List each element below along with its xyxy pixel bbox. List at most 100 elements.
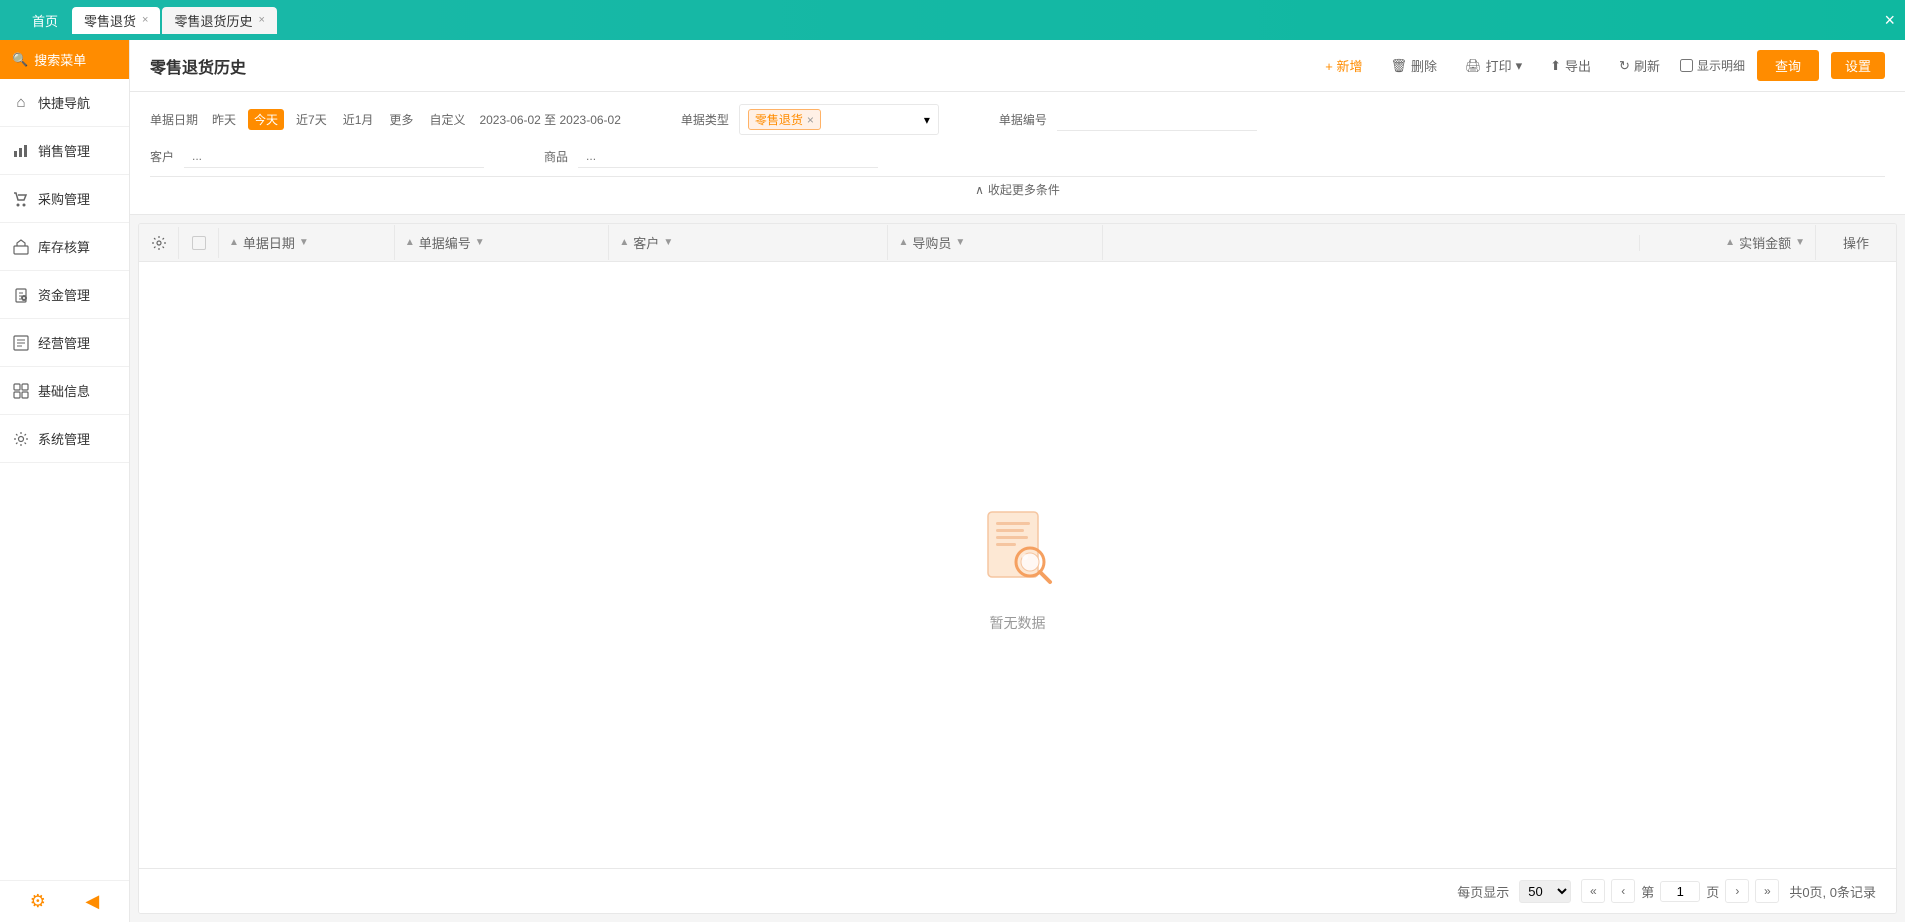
sort-icon-date-down: ▼ <box>299 237 309 248</box>
sidebar-item-finance[interactable]: 资金管理 <box>0 271 129 319</box>
finance-icon <box>12 286 30 304</box>
th-customer[interactable]: ▲ 客户 ▼ <box>609 225 888 260</box>
date-opt-more[interactable]: 更多 <box>385 109 417 130</box>
sort-icon-amount-up: ▲ <box>1725 237 1735 248</box>
display-detail-checkbox[interactable] <box>1680 59 1693 72</box>
per-page-label: 每页显示 <box>1457 882 1509 901</box>
print-button[interactable]: 🖨 打印 ▾ <box>1457 52 1530 79</box>
print-label: 打印 <box>1486 56 1512 75</box>
window-close-btn[interactable]: × <box>1884 10 1895 31</box>
select-all-checkbox[interactable] <box>192 236 206 250</box>
sidebar-item-operation[interactable]: 经营管理 <box>0 319 129 367</box>
delete-button[interactable]: 🗑 删除 <box>1383 52 1446 79</box>
goods-input[interactable] <box>578 145 878 168</box>
sidebar: 🔍 搜索菜单 ⌂ 快捷导航 销售管理 采购管理 库存核算 <box>0 40 130 922</box>
sidebar-item-sales-mgmt[interactable]: 销售管理 <box>0 127 129 175</box>
operation-icon <box>12 334 30 352</box>
date-range-display: 2023-06-02 至 2023-06-02 <box>479 111 620 128</box>
date-opt-yesterday[interactable]: 昨天 <box>208 109 240 130</box>
refresh-label: 刷新 <box>1634 56 1660 75</box>
pagination: 每页显示 50 100 200 « ‹ 第 页 › » 共0页, 0条记录 <box>139 868 1896 913</box>
refresh-icon: ↻ <box>1619 58 1630 74</box>
th-date-label: 单据日期 <box>243 233 295 252</box>
sidebar-search[interactable]: 🔍 搜索菜单 <box>0 40 129 79</box>
export-label: 导出 <box>1565 56 1591 75</box>
date-opt-custom[interactable]: 自定义 <box>425 109 469 130</box>
delete-label: 删除 <box>1411 56 1437 75</box>
display-detail-toggle[interactable]: 显示明细 <box>1680 57 1745 74</box>
header-actions: + 新增 🗑 删除 🖨 打印 ▾ ⬆ 导出 ↻ 刷新 <box>1317 50 1885 81</box>
collapse-sidebar-icon[interactable]: ◀ <box>85 891 99 912</box>
page-next-btn[interactable]: › <box>1725 879 1749 903</box>
th-customer-label: 客户 <box>633 233 659 252</box>
customer-input[interactable] <box>184 145 484 168</box>
customer-filter: 客户 <box>150 145 484 168</box>
collapse-btn[interactable]: ∧ 收起更多条件 <box>150 176 1885 202</box>
tab-retail-return-history-close[interactable]: × <box>258 14 264 26</box>
tab-retail-return[interactable]: 零售退货 × <box>72 7 160 34</box>
add-button[interactable]: + 新增 <box>1317 52 1370 79</box>
page-label: 第 <box>1641 882 1654 901</box>
type-select[interactable]: 零售退货 × ▾ <box>739 104 939 135</box>
settings-gear-icon <box>151 235 167 251</box>
date-opt-today[interactable]: 今天 <box>248 109 284 130</box>
page-prev-btn[interactable]: ‹ <box>1611 879 1635 903</box>
basic-info-icon <box>12 382 30 400</box>
content-area: 零售退货历史 + 新增 🗑 删除 🖨 打印 ▾ ⬆ 导出 ↻ <box>130 40 1905 922</box>
th-no-label: 单据编号 <box>419 233 471 252</box>
sort-icon-amount-down: ▼ <box>1795 237 1805 248</box>
export-button[interactable]: ⬆ 导出 <box>1542 52 1599 79</box>
print-dropdown-icon: ▾ <box>1516 58 1523 74</box>
date-opt-7days[interactable]: 近7天 <box>292 109 331 130</box>
page-nav: « ‹ 第 页 › » <box>1581 879 1779 903</box>
delete-icon: 🗑 <box>1391 58 1408 74</box>
th-amount[interactable]: ▲ 实销金额 ▼ <box>1640 225 1816 260</box>
no-label: 单据编号 <box>999 111 1047 128</box>
th-checkbox[interactable] <box>179 228 219 258</box>
query-button[interactable]: 查询 <box>1757 50 1819 81</box>
system-icon <box>12 430 30 448</box>
sidebar-sales-label: 销售管理 <box>38 141 90 160</box>
date-label: 单据日期 <box>150 111 198 128</box>
tab-home[interactable]: 首页 <box>20 7 70 34</box>
date-filter: 单据日期 昨天 今天 近7天 近1月 更多 自定义 2023-06-02 至 2… <box>150 109 621 130</box>
no-input[interactable] <box>1057 108 1257 131</box>
sidebar-item-system[interactable]: 系统管理 <box>0 415 129 463</box>
sidebar-item-basic-info[interactable]: 基础信息 <box>0 367 129 415</box>
sidebar-system-label: 系统管理 <box>38 429 90 448</box>
page-last-btn[interactable]: » <box>1755 879 1779 903</box>
tab-retail-return-history[interactable]: 零售退货历史 × <box>162 7 276 34</box>
table-area: ▲ 单据日期 ▼ ▲ 单据编号 ▼ ▲ 客户 ▼ ▲ 导购员 ▼ <box>138 223 1897 914</box>
page-suffix: 页 <box>1706 882 1719 901</box>
page-input[interactable] <box>1660 881 1700 902</box>
date-opt-1month[interactable]: 近1月 <box>339 109 378 130</box>
per-page-select[interactable]: 50 100 200 <box>1519 880 1571 903</box>
settings-bottom-icon[interactable]: ⚙ <box>30 891 46 912</box>
page-header: 零售退货历史 + 新增 🗑 删除 🖨 打印 ▾ ⬆ 导出 ↻ <box>130 40 1905 92</box>
sidebar-bottom: ⚙ ◀ <box>0 880 129 922</box>
filter-bar: 单据日期 昨天 今天 近7天 近1月 更多 自定义 2023-06-02 至 2… <box>130 92 1905 215</box>
sort-icon-guide-up: ▲ <box>898 237 908 248</box>
export-icon: ⬆ <box>1550 58 1561 74</box>
search-icon: 🔍 <box>12 52 28 68</box>
top-bar: 首页 零售退货 × 零售退货历史 × × <box>0 0 1905 40</box>
main-layout: 🔍 搜索菜单 ⌂ 快捷导航 销售管理 采购管理 库存核算 <box>0 40 1905 922</box>
sidebar-quick-nav-label: 快捷导航 <box>38 93 90 112</box>
collapse-icon: ∧ <box>975 183 984 197</box>
th-action-label: 操作 <box>1843 233 1869 252</box>
sidebar-item-inventory[interactable]: 库存核算 <box>0 223 129 271</box>
type-label: 单据类型 <box>681 111 729 128</box>
type-tag-close[interactable]: × <box>807 113 814 127</box>
tab-retail-return-close[interactable]: × <box>142 14 148 26</box>
settings-button[interactable]: 设置 <box>1831 52 1885 79</box>
refresh-button[interactable]: ↻ 刷新 <box>1611 52 1668 79</box>
th-no[interactable]: ▲ 单据编号 ▼ <box>395 225 610 260</box>
th-date[interactable]: ▲ 单据日期 ▼ <box>219 225 395 260</box>
th-settings[interactable] <box>139 227 179 259</box>
th-guide[interactable]: ▲ 导购员 ▼ <box>888 225 1103 260</box>
th-space <box>1103 235 1640 251</box>
sidebar-item-purchase-mgmt[interactable]: 采购管理 <box>0 175 129 223</box>
sidebar-item-quick-nav[interactable]: ⌂ 快捷导航 <box>0 79 129 127</box>
page-first-btn[interactable]: « <box>1581 879 1605 903</box>
empty-state: 暂无数据 <box>139 262 1896 868</box>
